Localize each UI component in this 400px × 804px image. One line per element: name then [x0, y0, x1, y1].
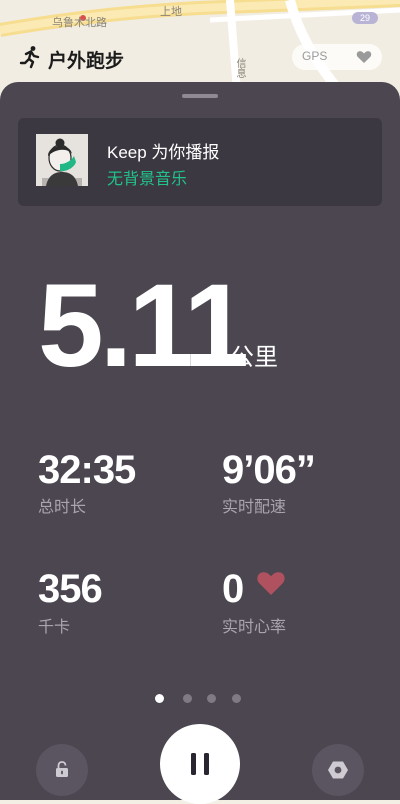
duration-label: 总时长: [38, 499, 87, 516]
calories-value: 356: [38, 567, 103, 611]
header: 户外跑步 GPS: [0, 42, 400, 74]
pause-icon: [191, 753, 209, 775]
calories-label: 千卡: [38, 619, 71, 636]
running-person-icon: [19, 46, 40, 69]
lock-icon: [56, 761, 68, 777]
pace-label: 实时配速: [222, 499, 287, 516]
page-dot[interactable]: [232, 694, 241, 703]
distance-unit: 公里: [230, 344, 278, 371]
heart-icon: [356, 51, 372, 63]
page-dot[interactable]: [155, 694, 164, 703]
distance-value: 5.11: [38, 260, 249, 392]
heart-icon: [257, 572, 285, 595]
page-indicator: [155, 694, 245, 704]
heart-rate-value: 0: [222, 567, 244, 611]
voice-card-subtitle: 无背景音乐: [107, 171, 188, 188]
settings-button[interactable]: [312, 744, 364, 796]
lock-button[interactable]: [36, 744, 88, 796]
pause-button[interactable]: [160, 724, 240, 804]
pace-value: 9’06”: [222, 448, 316, 492]
gps-status[interactable]: GPS: [292, 44, 382, 70]
drag-handle[interactable]: [182, 94, 218, 98]
page-dot[interactable]: [183, 694, 192, 703]
status-bar: 29: [0, 0, 400, 30]
duration-value: 32:35: [38, 448, 136, 492]
page-dot[interactable]: [207, 694, 216, 703]
workout-panel: Keep 为你播报 无背景音乐 5.11 公里 32:35 总时长 9’06” …: [0, 82, 400, 804]
coach-avatar: [36, 134, 88, 186]
voice-broadcast-card[interactable]: Keep 为你播报 无背景音乐: [18, 118, 382, 206]
gps-label: GPS: [302, 49, 328, 63]
page-title: 户外跑步: [48, 51, 125, 72]
voice-card-title: Keep 为你播报: [107, 143, 220, 162]
hexagon-settings-icon: [328, 761, 348, 779]
heart-rate-label: 实时心率: [222, 619, 287, 636]
battery-indicator: 29: [352, 12, 378, 24]
